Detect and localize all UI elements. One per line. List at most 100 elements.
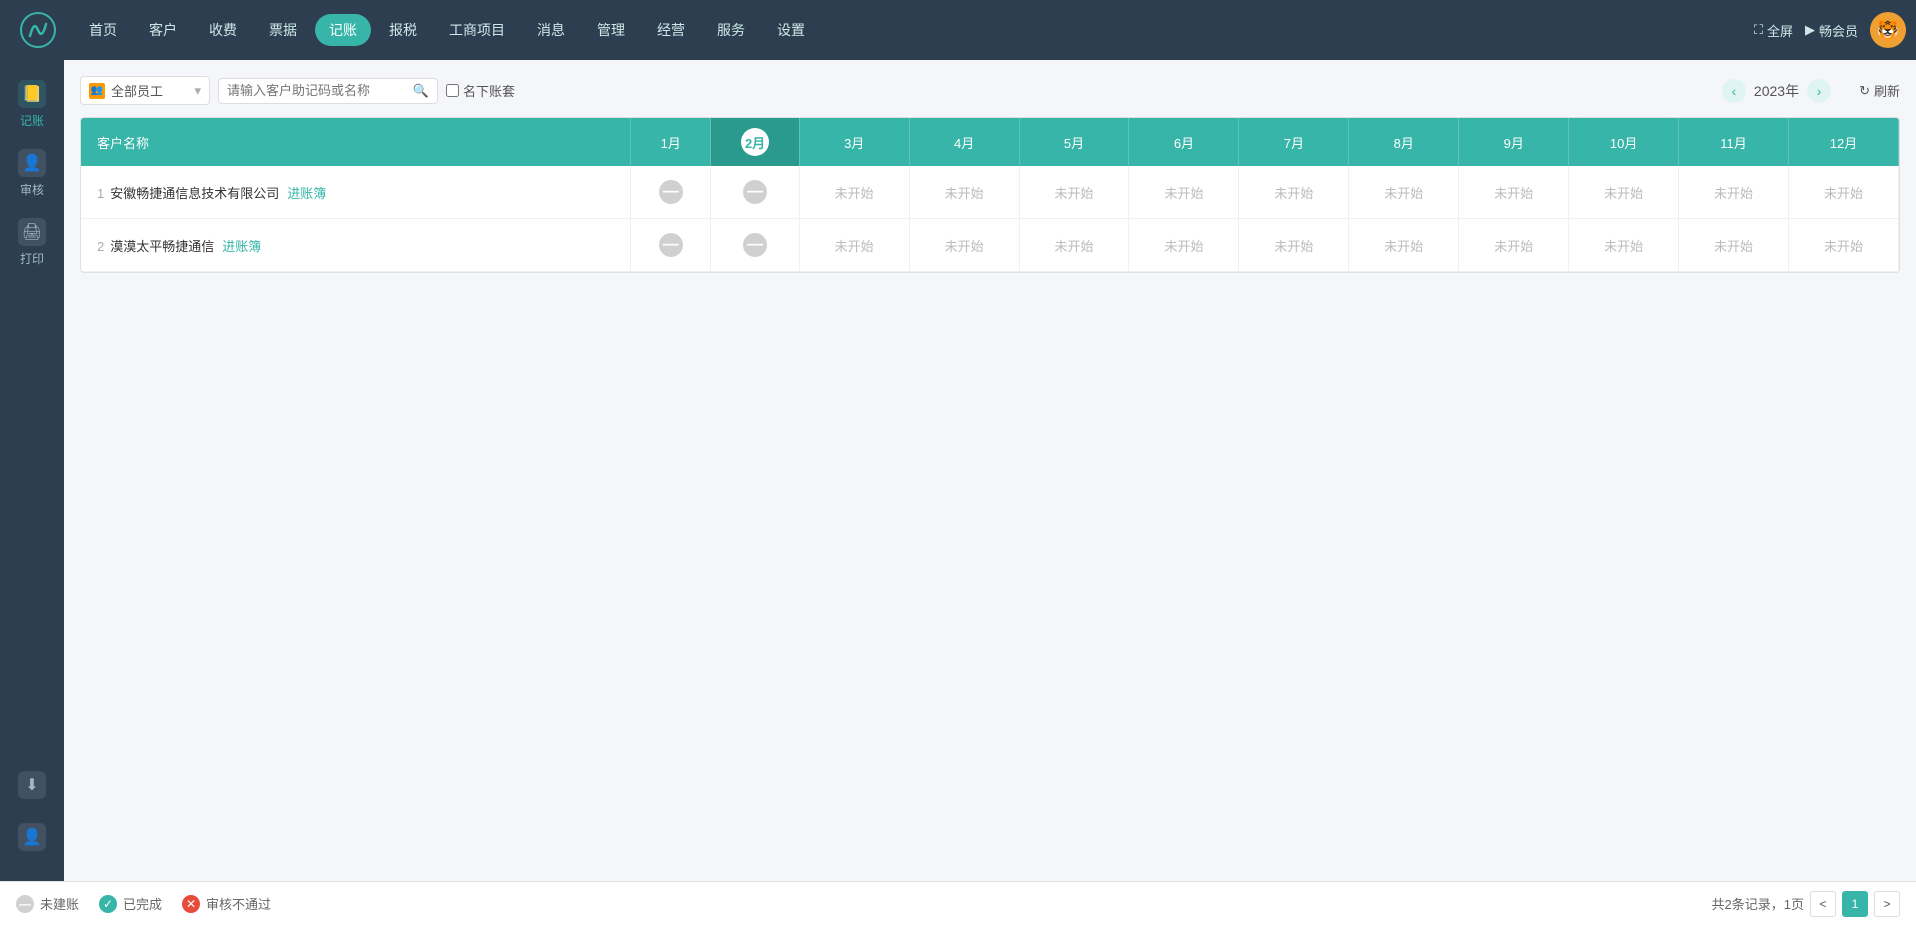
sidebar-label-bookkeeping: 记账 — [20, 112, 44, 129]
main-layout: 📒 记账 👤 审核 🖨 打印 ⬇ 👤 👥 全部员工 ▾ — [0, 60, 1916, 881]
col-header-aug: 8月 — [1349, 118, 1459, 166]
sidebar-item-print[interactable]: 🖨 打印 — [0, 208, 64, 277]
col-header-mar: 3月 — [799, 118, 909, 166]
sidebar-item-audit[interactable]: 👤 审核 — [0, 139, 64, 208]
refresh-icon: ↻ — [1859, 83, 1870, 99]
vip-icon: ▶ — [1805, 22, 1815, 38]
account-checkbox[interactable] — [446, 84, 459, 97]
company-name: 漠漠太平畅捷通信 — [110, 239, 214, 254]
status-not-started: 未开始 — [1824, 186, 1863, 201]
year-nav: ‹ 2023年 › — [1722, 79, 1831, 103]
pagination-prev[interactable]: < — [1810, 891, 1836, 917]
legend-rejected: ✕ 审核不通过 — [182, 894, 271, 913]
fullscreen-button[interactable]: ⛶ 全屏 — [1754, 21, 1793, 40]
employee-select-label: 全部员工 — [111, 81, 163, 100]
status-dash-icon: — — [743, 180, 767, 204]
pagination-next[interactable]: > — [1874, 891, 1900, 917]
checkbox-item-account[interactable]: 名下账套 — [446, 81, 515, 100]
status-not-started: 未开始 — [835, 186, 874, 201]
fullscreen-icon: ⛶ — [1754, 22, 1763, 38]
cell-month-8-row-0: 未开始 — [1459, 166, 1569, 219]
vip-label: 畅会员 — [1819, 21, 1858, 40]
status-not-started: 未开始 — [1604, 239, 1643, 254]
year-prev-button[interactable]: ‹ — [1722, 79, 1746, 103]
cell-month-0-row-0: — — [630, 166, 710, 219]
enter-book-link[interactable]: 进账簿 — [222, 239, 261, 254]
cell-month-4-row-1: 未开始 — [1019, 219, 1129, 272]
status-not-started: 未开始 — [1494, 239, 1533, 254]
status-not-started: 未开始 — [945, 186, 984, 201]
cell-name-0: 1安徽畅捷通信息技术有限公司进账簿 — [81, 166, 630, 219]
footer-bar: — 未建账 ✓ 已完成 ✕ 审核不通过 共2条记录，1页 < 1 > — [0, 881, 1916, 925]
search-input-wrap: 🔍 — [218, 78, 438, 104]
sidebar-item-user[interactable]: 👤 — [0, 813, 64, 861]
legend-label-rejected: 审核不通过 — [206, 894, 271, 913]
nav-item-settings[interactable]: 设置 — [763, 14, 819, 46]
active-month-circle: 2月 — [741, 128, 769, 156]
print-icon: 🖨 — [18, 218, 46, 246]
status-dash-icon: — — [743, 233, 767, 257]
dropdown-arrow-icon: ▾ — [194, 83, 201, 99]
legend-label-completed: 已完成 — [123, 894, 162, 913]
status-not-started: 未开始 — [1055, 186, 1094, 201]
nav-item-fee[interactable]: 收费 — [195, 14, 251, 46]
status-not-started: 未开始 — [1164, 186, 1203, 201]
pagination: 共2条记录，1页 < 1 > — [1712, 891, 1900, 917]
nav-item-tax[interactable]: 报税 — [375, 14, 431, 46]
employee-icon: 👥 — [89, 83, 105, 99]
vip-button[interactable]: ▶ 畅会员 — [1805, 21, 1858, 40]
cell-month-11-row-0: 未开始 — [1789, 166, 1899, 219]
col-header-jun: 6月 — [1129, 118, 1239, 166]
year-next-button[interactable]: › — [1807, 79, 1831, 103]
row-index: 2 — [97, 239, 104, 254]
app-logo — [10, 12, 65, 48]
cell-month-6-row-1: 未开始 — [1239, 219, 1349, 272]
nav-item-manage[interactable]: 管理 — [583, 14, 639, 46]
nav-item-service[interactable]: 服务 — [703, 14, 759, 46]
table-row: 2漠漠太平畅捷通信进账簿——未开始未开始未开始未开始未开始未开始未开始未开始未开… — [81, 219, 1899, 272]
nav-item-home[interactable]: 首页 — [75, 14, 131, 46]
year-label: 2023年 — [1754, 81, 1799, 101]
cell-month-5-row-1: 未开始 — [1129, 219, 1239, 272]
pagination-page-1[interactable]: 1 — [1842, 891, 1868, 917]
legend-icon-gray: — — [16, 895, 34, 913]
nav-items: 首页 客户 收费 票据 记账 报税 工商项目 消息 管理 经营 服务 设置 — [75, 14, 1754, 46]
nav-item-customer[interactable]: 客户 — [135, 14, 191, 46]
nav-right: ⛶ 全屏 ▶ 畅会员 🐯 — [1754, 12, 1906, 48]
status-not-started: 未开始 — [1384, 186, 1423, 201]
status-not-started: 未开始 — [1055, 239, 1094, 254]
status-not-started: 未开始 — [1384, 239, 1423, 254]
col-header-oct: 10月 — [1569, 118, 1679, 166]
cell-month-7-row-0: 未开始 — [1349, 166, 1459, 219]
nav-item-message[interactable]: 消息 — [523, 14, 579, 46]
legend-label-not-created: 未建账 — [40, 894, 79, 913]
cell-month-10-row-0: 未开始 — [1679, 166, 1789, 219]
enter-book-link[interactable]: 进账簿 — [287, 186, 326, 201]
nav-item-bill[interactable]: 票据 — [255, 14, 311, 46]
avatar[interactable]: 🐯 — [1870, 12, 1906, 48]
status-not-started: 未开始 — [1824, 239, 1863, 254]
row-index: 1 — [97, 186, 104, 201]
cell-month-7-row-1: 未开始 — [1349, 219, 1459, 272]
checkbox-label: 名下账套 — [463, 81, 515, 100]
cell-month-11-row-1: 未开始 — [1789, 219, 1899, 272]
sidebar-item-bookkeeping[interactable]: 📒 记账 — [0, 70, 64, 139]
nav-item-bookkeeping[interactable]: 记账 — [315, 14, 371, 46]
audit-icon: 👤 — [18, 149, 46, 177]
cell-month-0-row-1: — — [630, 219, 710, 272]
table-row: 1安徽畅捷通信息技术有限公司进账簿 — — 未开始 未开始 未开始 未开始 未开始 未开始 未开始… — [81, 166, 1899, 219]
refresh-button[interactable]: ↻ 刷新 — [1859, 81, 1900, 100]
status-dash-icon: — — [659, 180, 683, 204]
nav-item-operation[interactable]: 经营 — [643, 14, 699, 46]
nav-item-business[interactable]: 工商项目 — [435, 14, 519, 46]
search-icon[interactable]: 🔍 — [413, 83, 429, 99]
employee-select[interactable]: 👥 全部员工 ▾ — [80, 76, 210, 105]
cell-month-3-row-1: 未开始 — [909, 219, 1019, 272]
sidebar-item-download[interactable]: ⬇ — [0, 761, 64, 809]
status-not-started: 未开始 — [945, 239, 984, 254]
status-not-started: 未开始 — [1164, 239, 1203, 254]
bookkeeping-icon: 📒 — [18, 80, 46, 108]
search-input[interactable] — [227, 83, 409, 98]
sidebar: 📒 记账 👤 审核 🖨 打印 ⬇ 👤 — [0, 60, 64, 881]
legend-completed: ✓ 已完成 — [99, 894, 162, 913]
